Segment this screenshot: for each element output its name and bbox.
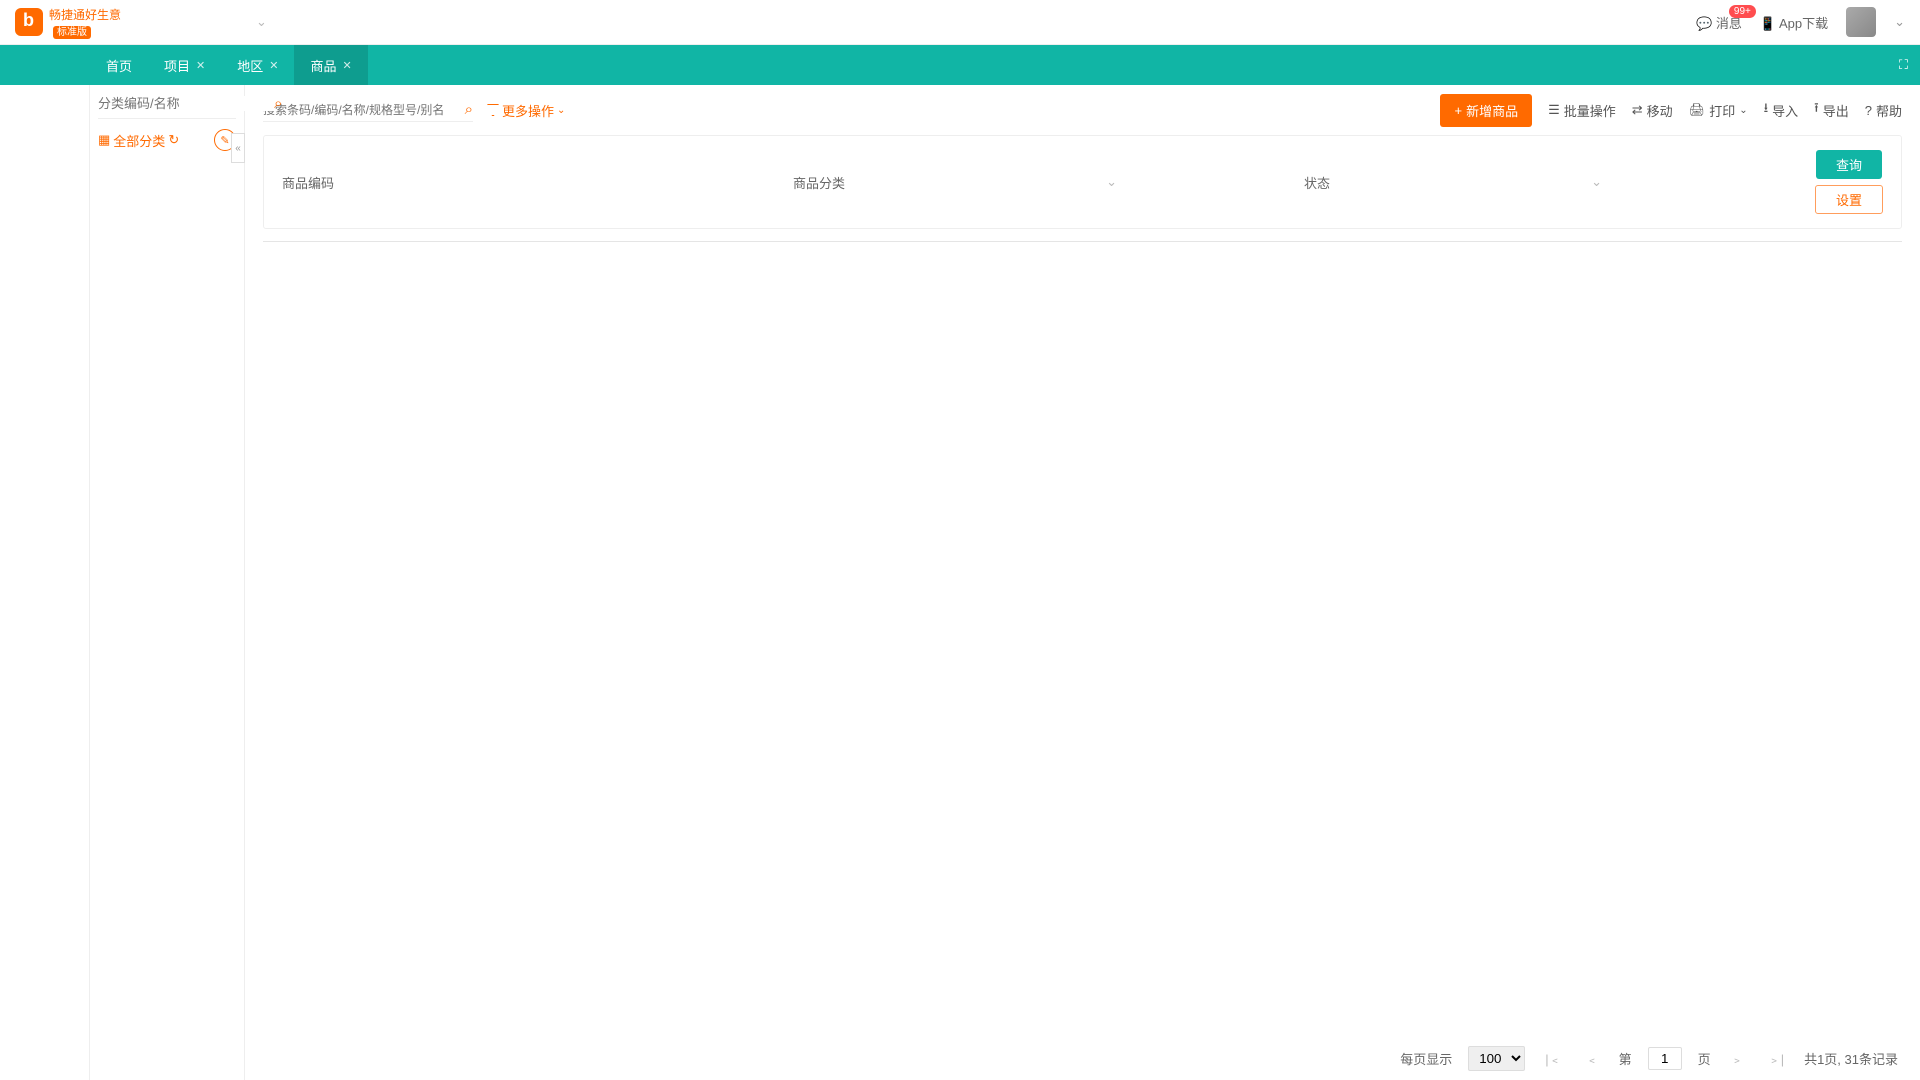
per-page-select[interactable]: 100 bbox=[1468, 1046, 1525, 1071]
tabbar: 首页项目✕地区✕商品✕ ⛶ bbox=[0, 45, 1920, 85]
sync-icon: ↻ bbox=[168, 132, 179, 148]
page-input[interactable] bbox=[1648, 1047, 1682, 1070]
per-page-label: 每页显示 bbox=[1400, 1049, 1452, 1068]
grid-icon: ▦ bbox=[98, 132, 110, 148]
settings-button[interactable]: 设置 bbox=[1815, 185, 1883, 214]
last-page-icon[interactable]: ﹥| bbox=[1764, 1049, 1788, 1068]
toolbar: ⌕ 更多操作 ⌄ +新增商品 ☰批量操作 ⇄移动 🖨打印⌄ ⭳导入 ⭱导出 ?帮… bbox=[245, 85, 1920, 135]
help-button[interactable]: ?帮助 bbox=[1865, 101, 1902, 120]
product-search-input[interactable] bbox=[263, 99, 465, 121]
avatar[interactable] bbox=[1846, 7, 1876, 37]
chevron-down-icon[interactable]: ⌄ bbox=[1894, 14, 1905, 30]
fullscreen-icon[interactable]: ⛶ bbox=[1899, 57, 1908, 73]
logo: 畅捷通好生意 标准版 bbox=[15, 6, 121, 38]
filter-cat-select[interactable]: ⌄ bbox=[857, 174, 1117, 191]
first-page-icon[interactable]: |﹤ bbox=[1541, 1049, 1565, 1068]
tab-地区[interactable]: 地区✕ bbox=[221, 45, 294, 85]
search-icon[interactable]: ⌕ bbox=[465, 101, 473, 118]
batch-ops-button[interactable]: ☰批量操作 bbox=[1548, 101, 1616, 120]
sidebar bbox=[0, 85, 90, 1080]
filter-code-input[interactable] bbox=[346, 170, 606, 194]
chevron-down-icon: ⌄ bbox=[557, 105, 565, 116]
tab-首页[interactable]: 首页 bbox=[90, 45, 148, 85]
query-button[interactable]: 查询 bbox=[1816, 150, 1882, 179]
import-icon: ⭳ bbox=[1764, 99, 1769, 121]
total-records: 共1页, 31条记录 bbox=[1804, 1049, 1898, 1068]
category-search-input[interactable] bbox=[98, 96, 274, 111]
move-icon: ⇄ bbox=[1632, 102, 1643, 118]
category-panel: ⌕ ▦ 全部分类 ↻ ✎ « bbox=[90, 85, 245, 1080]
print-button[interactable]: 🖨打印⌄ bbox=[1689, 101, 1748, 120]
chevron-down-icon: ⌄ bbox=[1739, 105, 1747, 116]
list-icon: ☰ bbox=[1548, 102, 1560, 118]
collapse-panel-icon[interactable]: « bbox=[231, 133, 245, 163]
plus-icon: + bbox=[1454, 103, 1462, 118]
category-all[interactable]: ▦ 全部分类 ↻ ✎ bbox=[98, 129, 236, 151]
chevron-down-icon: ⌄ bbox=[1591, 174, 1602, 190]
filter-status-label: 状态 bbox=[1304, 173, 1330, 192]
next-page-icon[interactable]: ﹥ bbox=[1727, 1049, 1748, 1068]
funnel-icon bbox=[487, 104, 499, 116]
filter-cat-label: 商品分类 bbox=[793, 173, 845, 192]
add-product-button[interactable]: +新增商品 bbox=[1440, 94, 1532, 127]
print-icon: 🖨 bbox=[1689, 102, 1706, 118]
brand-name: 畅捷通好生意 bbox=[49, 6, 121, 23]
topbar: 畅捷通好生意 标准版 ⌄ 💬 消息 📱 App下载 ⌄ bbox=[0, 0, 1920, 45]
search-icon[interactable]: ⌕ bbox=[274, 95, 282, 112]
export-button[interactable]: ⭱导出 bbox=[1814, 99, 1849, 121]
tab-商品[interactable]: 商品✕ bbox=[294, 45, 367, 85]
messages-link[interactable]: 💬 消息 bbox=[1696, 13, 1742, 32]
pagination: 每页显示 100 |﹤ ﹤ 第 页 ﹥ ﹥| 共1页, 31条记录 bbox=[245, 1036, 1920, 1080]
edition-badge: 标准版 bbox=[53, 26, 91, 39]
tab-项目[interactable]: 项目✕ bbox=[148, 45, 221, 85]
logo-icon bbox=[15, 8, 43, 36]
export-icon: ⭱ bbox=[1814, 99, 1819, 121]
move-button[interactable]: ⇄移动 bbox=[1632, 101, 1673, 120]
product-table bbox=[263, 241, 1902, 1036]
filter-status-select[interactable]: ⌄ bbox=[1342, 174, 1602, 191]
more-operations[interactable]: 更多操作 ⌄ bbox=[487, 101, 565, 120]
org-selector[interactable]: ⌄ bbox=[151, 13, 267, 32]
import-button[interactable]: ⭳导入 bbox=[1764, 99, 1799, 121]
filter-code-label: 商品编码 bbox=[282, 173, 334, 192]
close-icon[interactable]: ✕ bbox=[196, 59, 205, 72]
chevron-down-icon: ⌄ bbox=[256, 14, 267, 30]
close-icon[interactable]: ✕ bbox=[343, 59, 352, 72]
chevron-down-icon: ⌄ bbox=[1106, 174, 1117, 190]
close-icon[interactable]: ✕ bbox=[269, 59, 278, 72]
app-download-link[interactable]: 📱 App下载 bbox=[1760, 13, 1828, 32]
help-icon: ? bbox=[1865, 103, 1872, 118]
prev-page-icon[interactable]: ﹤ bbox=[1582, 1049, 1603, 1068]
filter-bar: 商品编码 商品分类 ⌄ 状态 ⌄ 查询 设置 bbox=[263, 135, 1902, 229]
